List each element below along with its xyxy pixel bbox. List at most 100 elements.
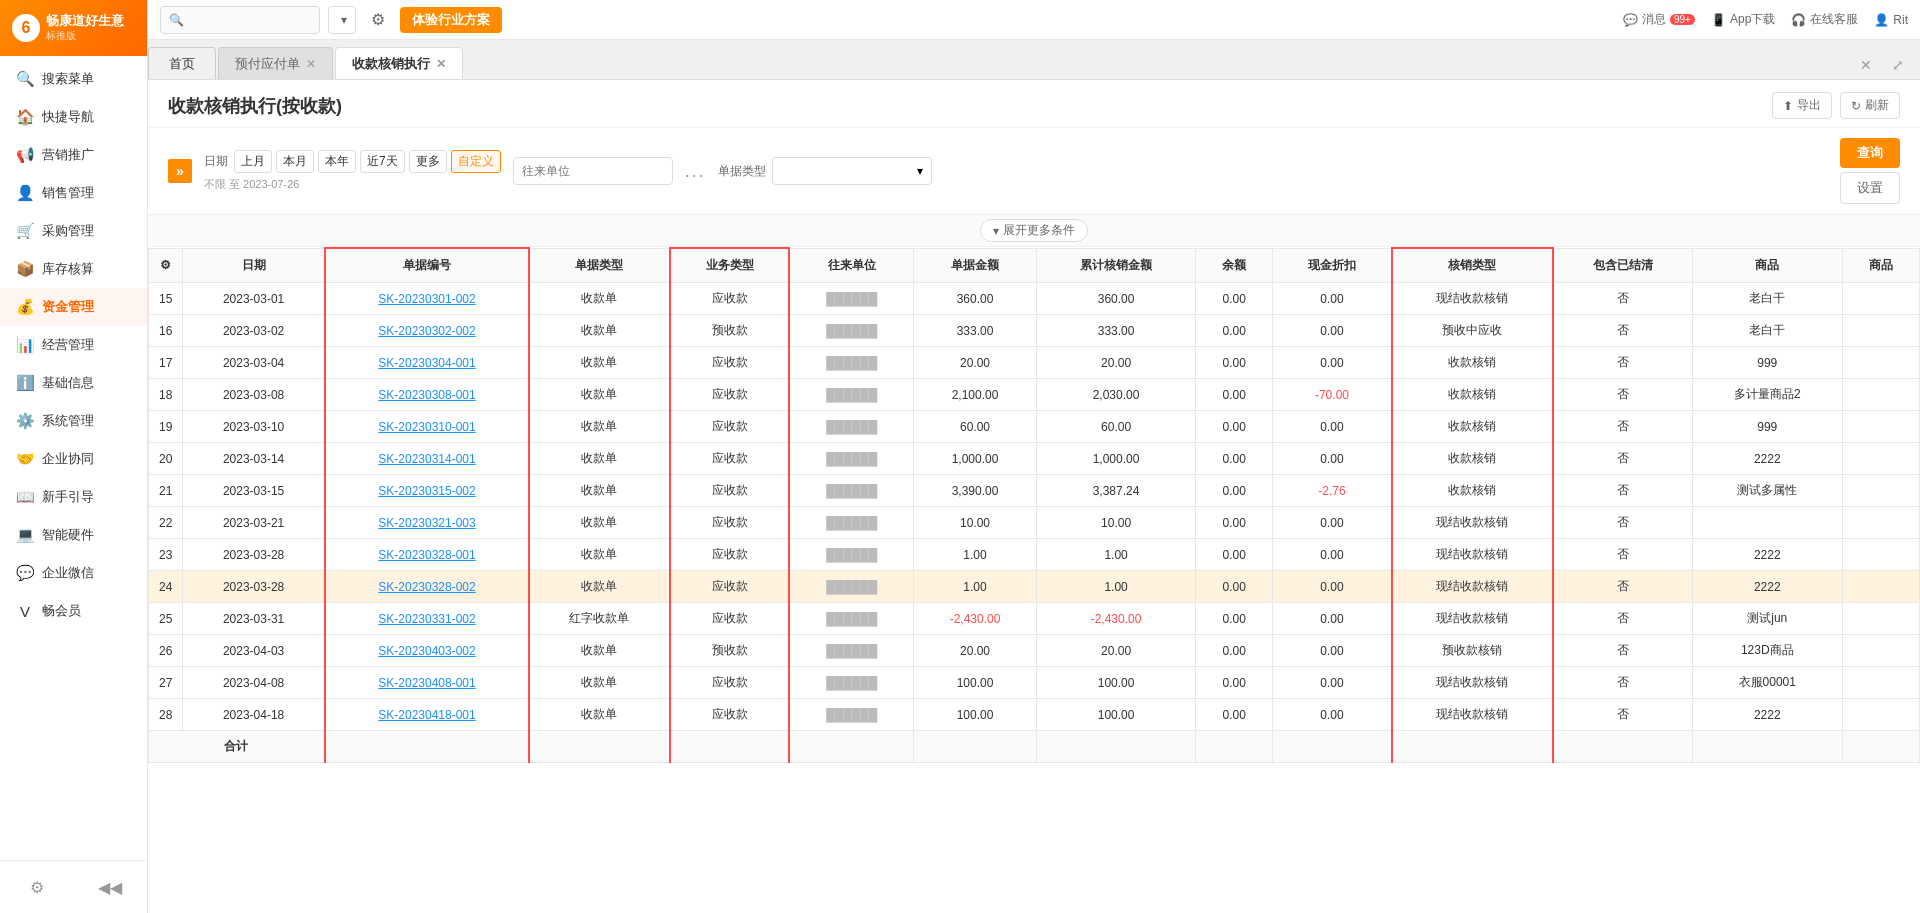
- cell-sn[interactable]: SK-20230321-003: [325, 507, 529, 539]
- sidebar-item-sales[interactable]: 👤销售管理: [0, 174, 147, 212]
- export-btn[interactable]: ⬆ 导出: [1772, 92, 1832, 119]
- settings-btn[interactable]: 设置: [1840, 172, 1900, 204]
- cell-sn[interactable]: SK-20230314-001: [325, 443, 529, 475]
- sidebar-item-purchase[interactable]: 🛒采购管理: [0, 212, 147, 250]
- cell-sn[interactable]: SK-20230408-001: [325, 667, 529, 699]
- sn-link[interactable]: SK-20230321-003: [378, 516, 475, 530]
- service-btn[interactable]: 🎧 在线客服: [1791, 11, 1858, 28]
- sidebar-item-system[interactable]: ⚙️系统管理: [0, 402, 147, 440]
- service-label: 在线客服: [1810, 11, 1858, 28]
- sn-link[interactable]: SK-20230331-002: [378, 612, 475, 626]
- date-btn-this-year[interactable]: 本年: [318, 150, 356, 173]
- cell-unit: ██████: [789, 603, 913, 635]
- expand-conditions-btn[interactable]: ▾ 展开更多条件: [980, 219, 1088, 242]
- cell-goods1: 2222: [1692, 443, 1842, 475]
- cell-sn[interactable]: SK-20230331-002: [325, 603, 529, 635]
- cell-settled: 否: [1553, 347, 1693, 379]
- sn-link[interactable]: SK-20230328-002: [378, 580, 475, 594]
- sidebar-item-hardware[interactable]: 💻智能硬件: [0, 516, 147, 554]
- bill-type-select[interactable]: ▾: [772, 157, 932, 185]
- cell-balance: 0.00: [1196, 699, 1273, 731]
- refresh-btn[interactable]: ↻ 刷新: [1840, 92, 1900, 119]
- sn-link[interactable]: SK-20230408-001: [378, 676, 475, 690]
- sn-link[interactable]: SK-20230403-002: [378, 644, 475, 658]
- cell-bill-type: 收款单: [529, 507, 669, 539]
- cell-balance: 0.00: [1196, 539, 1273, 571]
- cell-goods2: [1842, 315, 1919, 347]
- sidebar-item-finance[interactable]: 💰资金管理: [0, 288, 147, 326]
- sidebar-item-marketing[interactable]: 📢营销推广: [0, 136, 147, 174]
- sn-link[interactable]: SK-20230302-002: [378, 324, 475, 338]
- tab-prepay-close[interactable]: ✕: [306, 57, 316, 71]
- sn-link[interactable]: SK-20230304-001: [378, 356, 475, 370]
- user-icon: 👤: [1874, 13, 1889, 27]
- query-btn[interactable]: 查询: [1840, 138, 1900, 168]
- date-btn-more[interactable]: 更多: [409, 150, 447, 173]
- solution-btn[interactable]: 体验行业方案: [400, 7, 502, 33]
- sidebar-item-inventory[interactable]: 📦库存核算: [0, 250, 147, 288]
- cell-no: 17: [149, 347, 183, 379]
- cell-balance: 0.00: [1196, 315, 1273, 347]
- filter-toggle-btn[interactable]: »: [168, 159, 192, 183]
- sn-link[interactable]: SK-20230315-002: [378, 484, 475, 498]
- cell-sn[interactable]: SK-20230403-002: [325, 635, 529, 667]
- date-btn-7days[interactable]: 近7天: [360, 150, 405, 173]
- cell-cx-type: 收款核销: [1392, 475, 1553, 507]
- sn-link[interactable]: SK-20230301-002: [378, 292, 475, 306]
- cell-sn[interactable]: SK-20230302-002: [325, 315, 529, 347]
- cell-amount: 100.00: [914, 699, 1037, 731]
- tab-home[interactable]: 首页: [148, 47, 216, 79]
- cell-sn[interactable]: SK-20230301-002: [325, 283, 529, 315]
- sidebar-item-wechat[interactable]: 💬企业微信: [0, 554, 147, 592]
- sidebar-item-operation[interactable]: 📊经营管理: [0, 326, 147, 364]
- sidebar-label-quick: 快捷导航: [42, 108, 94, 126]
- collapse-btn[interactable]: ◀◀: [94, 871, 126, 903]
- cell-goods1: 123D商品: [1692, 635, 1842, 667]
- date-btn-custom[interactable]: 自定义: [451, 150, 501, 173]
- sidebar-item-search[interactable]: 🔍搜索菜单: [0, 60, 147, 98]
- sidebar-item-basic[interactable]: ℹ️基础信息: [0, 364, 147, 402]
- cell-amount: 20.00: [914, 635, 1037, 667]
- date-btn-last-month[interactable]: 上月: [234, 150, 272, 173]
- cell-sn[interactable]: SK-20230308-001: [325, 379, 529, 411]
- sn-link[interactable]: SK-20230308-001: [378, 388, 475, 402]
- cell-amount: 333.00: [914, 315, 1037, 347]
- unit-input[interactable]: [513, 157, 673, 185]
- cell-sn[interactable]: SK-20230304-001: [325, 347, 529, 379]
- sn-link[interactable]: SK-20230310-001: [378, 420, 475, 434]
- sn-link[interactable]: SK-20230314-001: [378, 452, 475, 466]
- user-btn[interactable]: 👤 Rit: [1874, 13, 1908, 27]
- cell-goods1: 999: [1692, 411, 1842, 443]
- gear-icon[interactable]: ⚙: [364, 6, 392, 34]
- sidebar-item-guide[interactable]: 📖新手引导: [0, 478, 147, 516]
- app-download-btn[interactable]: 📱 App下载: [1711, 11, 1775, 28]
- sidebar-item-quick[interactable]: 🏠 快捷导航: [0, 98, 147, 136]
- tab-collection-close[interactable]: ✕: [436, 57, 446, 71]
- quick-icon: 🏠: [16, 108, 34, 126]
- tab-close-all-btn[interactable]: ✕: [1852, 51, 1880, 79]
- cell-sn[interactable]: SK-20230310-001: [325, 411, 529, 443]
- sidebar-nav: 🔍搜索菜单 🏠 快捷导航 📢营销推广👤销售管理🛒采购管理📦库存核算💰资金管理📊经营管理…: [0, 56, 147, 860]
- cell-sn[interactable]: SK-20230315-002: [325, 475, 529, 507]
- sn-link[interactable]: SK-20230418-001: [378, 708, 475, 722]
- tab-collection[interactable]: 收款核销执行 ✕: [335, 47, 463, 79]
- cell-date: 2023-03-28: [183, 539, 325, 571]
- sidebar-item-enterprise[interactable]: 🤝企业协同: [0, 440, 147, 478]
- search-box[interactable]: 🔍: [160, 6, 320, 34]
- cell-sn[interactable]: SK-20230328-002: [325, 571, 529, 603]
- tab-expand-btn[interactable]: ⤢: [1884, 51, 1912, 79]
- cell-no: 16: [149, 315, 183, 347]
- sn-link[interactable]: SK-20230328-001: [378, 548, 475, 562]
- topbar-dropdown[interactable]: ▾: [328, 6, 356, 34]
- col-settings[interactable]: ⚙: [149, 248, 183, 283]
- page-content: 收款核销执行(按收款) ⬆ 导出 ↻ 刷新 » 日期 上月: [148, 80, 1920, 913]
- tab-prepay[interactable]: 预付应付单 ✕: [218, 47, 333, 79]
- cell-sn[interactable]: SK-20230418-001: [325, 699, 529, 731]
- sidebar-item-member[interactable]: V畅会员: [0, 592, 147, 630]
- date-btn-this-month[interactable]: 本月: [276, 150, 314, 173]
- cell-goods1: 999: [1692, 347, 1842, 379]
- settings-bottom-btn[interactable]: ⚙: [21, 871, 53, 903]
- cell-bill-type: 收款单: [529, 315, 669, 347]
- cell-sn[interactable]: SK-20230328-001: [325, 539, 529, 571]
- message-btn[interactable]: 💬 消息 99+: [1623, 11, 1695, 28]
